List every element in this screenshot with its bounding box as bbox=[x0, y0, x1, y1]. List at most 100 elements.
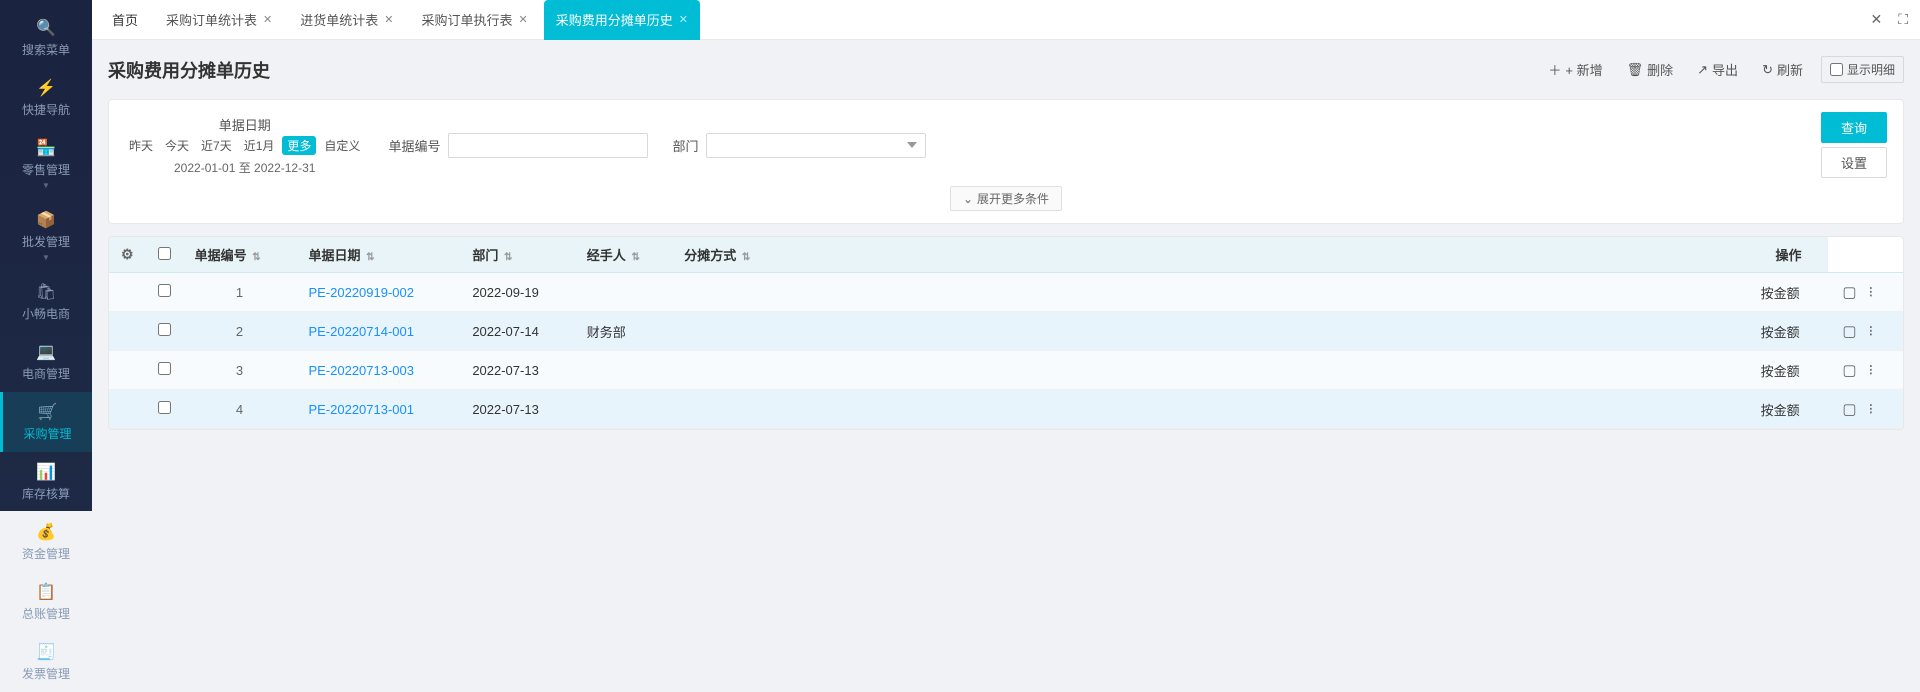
sidebar-item-search[interactable]: 🔍 搜索菜单 bbox=[0, 8, 92, 68]
col-split-method-label: 分摊方式 bbox=[684, 248, 736, 263]
row-checkbox-cell bbox=[146, 351, 183, 390]
sidebar-item-wholesale[interactable]: 📦 批发管理 ▼ bbox=[0, 200, 92, 272]
refresh-button[interactable]: ↻ 刷新 bbox=[1756, 56, 1809, 83]
more-icon[interactable]: ⁝ bbox=[1867, 281, 1876, 303]
tab-actions: ✕ ⛶ bbox=[1866, 7, 1912, 32]
edit-icon[interactable]: ▢ bbox=[1840, 398, 1858, 420]
date-shortcut-1month[interactable]: 近1月 bbox=[240, 136, 279, 155]
row-checkbox[interactable] bbox=[158, 284, 171, 297]
page-header: 采购费用分摊单历史 ＋ + 新增 🗑 删除 ↗ 导出 ↻ 刷新 bbox=[108, 56, 1904, 83]
tab-close-icon[interactable]: ✕ bbox=[384, 13, 393, 26]
tab-home[interactable]: 首页 bbox=[100, 0, 150, 40]
quicknav-icon: ⚡ bbox=[36, 78, 56, 98]
date-shortcut-7days[interactable]: 近7天 bbox=[197, 136, 236, 155]
row-num: 1 bbox=[183, 273, 297, 312]
tab-close-icon[interactable]: ✕ bbox=[519, 13, 528, 26]
row-num: 2 bbox=[183, 312, 297, 351]
tab-bar: 首页 采购订单统计表 ✕ 进货单统计表 ✕ 采购订单执行表 ✕ 采购费用分摊单历… bbox=[92, 0, 1920, 40]
sidebar-item-inventory[interactable]: 📊 库存核算 bbox=[0, 452, 92, 512]
sidebar: 🔍 搜索菜单 ⚡ 快捷导航 🏪 零售管理 ▼ 📦 批发管理 ▼ 🛍 小畅电商 💻… bbox=[0, 0, 92, 511]
sidebar-item-label: 采购管理 bbox=[23, 425, 71, 442]
more-icon[interactable]: ⁝ bbox=[1867, 398, 1876, 420]
bill-no-link[interactable]: PE-20220713-001 bbox=[308, 402, 414, 417]
date-shortcut-more[interactable]: 更多 bbox=[282, 136, 316, 155]
filter-row-1: 单据日期 昨天 今天 近7天 近1月 更多 自定义 2022-01-01 至 2… bbox=[125, 112, 1887, 178]
bill-no-link[interactable]: PE-20220919-002 bbox=[308, 285, 414, 300]
date-shortcuts: 昨天 今天 近7天 近1月 更多 自定义 bbox=[125, 136, 364, 155]
sidebar-item-retail[interactable]: 🏪 零售管理 ▼ bbox=[0, 128, 92, 200]
sidebar-item-label: 快捷导航 bbox=[22, 101, 70, 118]
dept-select[interactable]: 财务部 bbox=[706, 133, 926, 158]
col-action-label: 操作 bbox=[1775, 248, 1801, 263]
sort-icon[interactable]: ⇅ bbox=[504, 252, 512, 263]
row-checkbox[interactable] bbox=[158, 401, 171, 414]
row-settings bbox=[109, 351, 146, 390]
sidebar-item-ecom-small[interactable]: 🛍 小畅电商 bbox=[0, 272, 92, 332]
tab-stock-stat[interactable]: 进货单统计表 ✕ bbox=[288, 0, 405, 40]
date-shortcut-custom[interactable]: 自定义 bbox=[320, 136, 364, 155]
bill-no-link[interactable]: PE-20220714-001 bbox=[308, 324, 414, 339]
bill-no-input[interactable] bbox=[448, 133, 648, 158]
table-row: 1 PE-20220919-002 2022-09-19 按金额 ▢ ⁝ bbox=[109, 273, 1903, 312]
sidebar-item-ledger[interactable]: 📋 总账管理 bbox=[0, 572, 92, 632]
sidebar-item-quicknav[interactable]: ⚡ 快捷导航 bbox=[0, 68, 92, 128]
expand-more-section: ⌄ 展开更多条件 bbox=[125, 186, 1887, 211]
add-button[interactable]: ＋ + 新增 bbox=[1542, 56, 1608, 83]
query-button[interactable]: 查询 bbox=[1821, 112, 1887, 143]
settings-col-icon[interactable]: ⚙ bbox=[121, 246, 134, 262]
edit-icon[interactable]: ▢ bbox=[1840, 281, 1858, 303]
delete-button[interactable]: 🗑 删除 bbox=[1621, 56, 1680, 83]
tab-close-icon[interactable]: ✕ bbox=[263, 13, 272, 26]
maximize-button[interactable]: ⛶ bbox=[1894, 7, 1912, 32]
row-checkbox[interactable] bbox=[158, 362, 171, 375]
col-settings: ⚙ bbox=[109, 237, 146, 273]
more-icon[interactable]: ⁝ bbox=[1867, 359, 1876, 381]
export-button[interactable]: ↗ 导出 bbox=[1691, 56, 1744, 83]
show-cols-checkbox[interactable] bbox=[1830, 63, 1843, 76]
tab-label: 采购订单统计表 bbox=[166, 10, 257, 29]
sort-icon[interactable]: ⇅ bbox=[252, 252, 260, 263]
row-bill-date: 2022-07-14 bbox=[460, 312, 574, 351]
select-all-checkbox[interactable] bbox=[158, 247, 171, 260]
export-icon: ↗ bbox=[1697, 62, 1708, 78]
sidebar-item-ecom[interactable]: 💻 电商管理 bbox=[0, 332, 92, 392]
bill-no-label: 单据编号 bbox=[388, 136, 440, 155]
sort-icon[interactable]: ⇅ bbox=[366, 252, 374, 263]
sort-icon[interactable]: ⇅ bbox=[631, 252, 639, 263]
col-handler-label: 经手人 bbox=[587, 248, 626, 263]
row-actions: ▢ ⁝ bbox=[1828, 390, 1903, 429]
expand-more-button[interactable]: ⌄ 展开更多条件 bbox=[950, 186, 1062, 211]
sidebar-item-purchase[interactable]: 🛒 采购管理 bbox=[0, 392, 92, 452]
export-label: 导出 bbox=[1712, 60, 1738, 79]
col-dept-label: 部门 bbox=[472, 248, 498, 263]
sort-icon[interactable]: ⇅ bbox=[742, 252, 750, 263]
tab-purchase-order-exec[interactable]: 采购订单执行表 ✕ bbox=[409, 0, 539, 40]
row-handler bbox=[672, 273, 1748, 312]
show-cols-button[interactable]: 显示明细 bbox=[1821, 56, 1904, 83]
refresh-icon: ↻ bbox=[1762, 62, 1773, 78]
tab-purchase-cost-history[interactable]: 采购费用分摊单历史 ✕ bbox=[544, 0, 700, 40]
ecom-icon: 💻 bbox=[36, 342, 56, 362]
add-icon: ＋ bbox=[1548, 60, 1561, 79]
row-handler bbox=[672, 312, 1748, 351]
sidebar-item-finance[interactable]: 💰 资金管理 bbox=[0, 512, 92, 572]
tab-purchase-order-stat[interactable]: 采购订单统计表 ✕ bbox=[154, 0, 284, 40]
edit-icon[interactable]: ▢ bbox=[1840, 359, 1858, 381]
row-split-method: 按金额 bbox=[1749, 312, 1829, 351]
sidebar-item-invoice[interactable]: 🧾 发票管理 bbox=[0, 632, 92, 692]
close-all-tabs-button[interactable]: ✕ bbox=[1866, 7, 1886, 32]
more-icon[interactable]: ⁝ bbox=[1867, 320, 1876, 342]
settings-button[interactable]: 设置 bbox=[1821, 147, 1887, 178]
chevron-down-icon: ▼ bbox=[42, 181, 50, 190]
sidebar-item-label: 库存核算 bbox=[22, 485, 70, 502]
ecom-small-icon: 🛍 bbox=[36, 282, 56, 302]
date-shortcut-yesterday[interactable]: 昨天 bbox=[125, 136, 157, 155]
row-checkbox[interactable] bbox=[158, 323, 171, 336]
tab-close-icon[interactable]: ✕ bbox=[679, 13, 688, 26]
table-row: 3 PE-20220713-003 2022-07-13 按金额 ▢ ⁝ bbox=[109, 351, 1903, 390]
bill-no-link[interactable]: PE-20220713-003 bbox=[308, 363, 414, 378]
date-shortcut-today[interactable]: 今天 bbox=[161, 136, 193, 155]
sidebar-item-label: 总账管理 bbox=[22, 605, 70, 622]
edit-icon[interactable]: ▢ bbox=[1840, 320, 1858, 342]
row-bill-no: PE-20220714-001 bbox=[296, 312, 460, 351]
